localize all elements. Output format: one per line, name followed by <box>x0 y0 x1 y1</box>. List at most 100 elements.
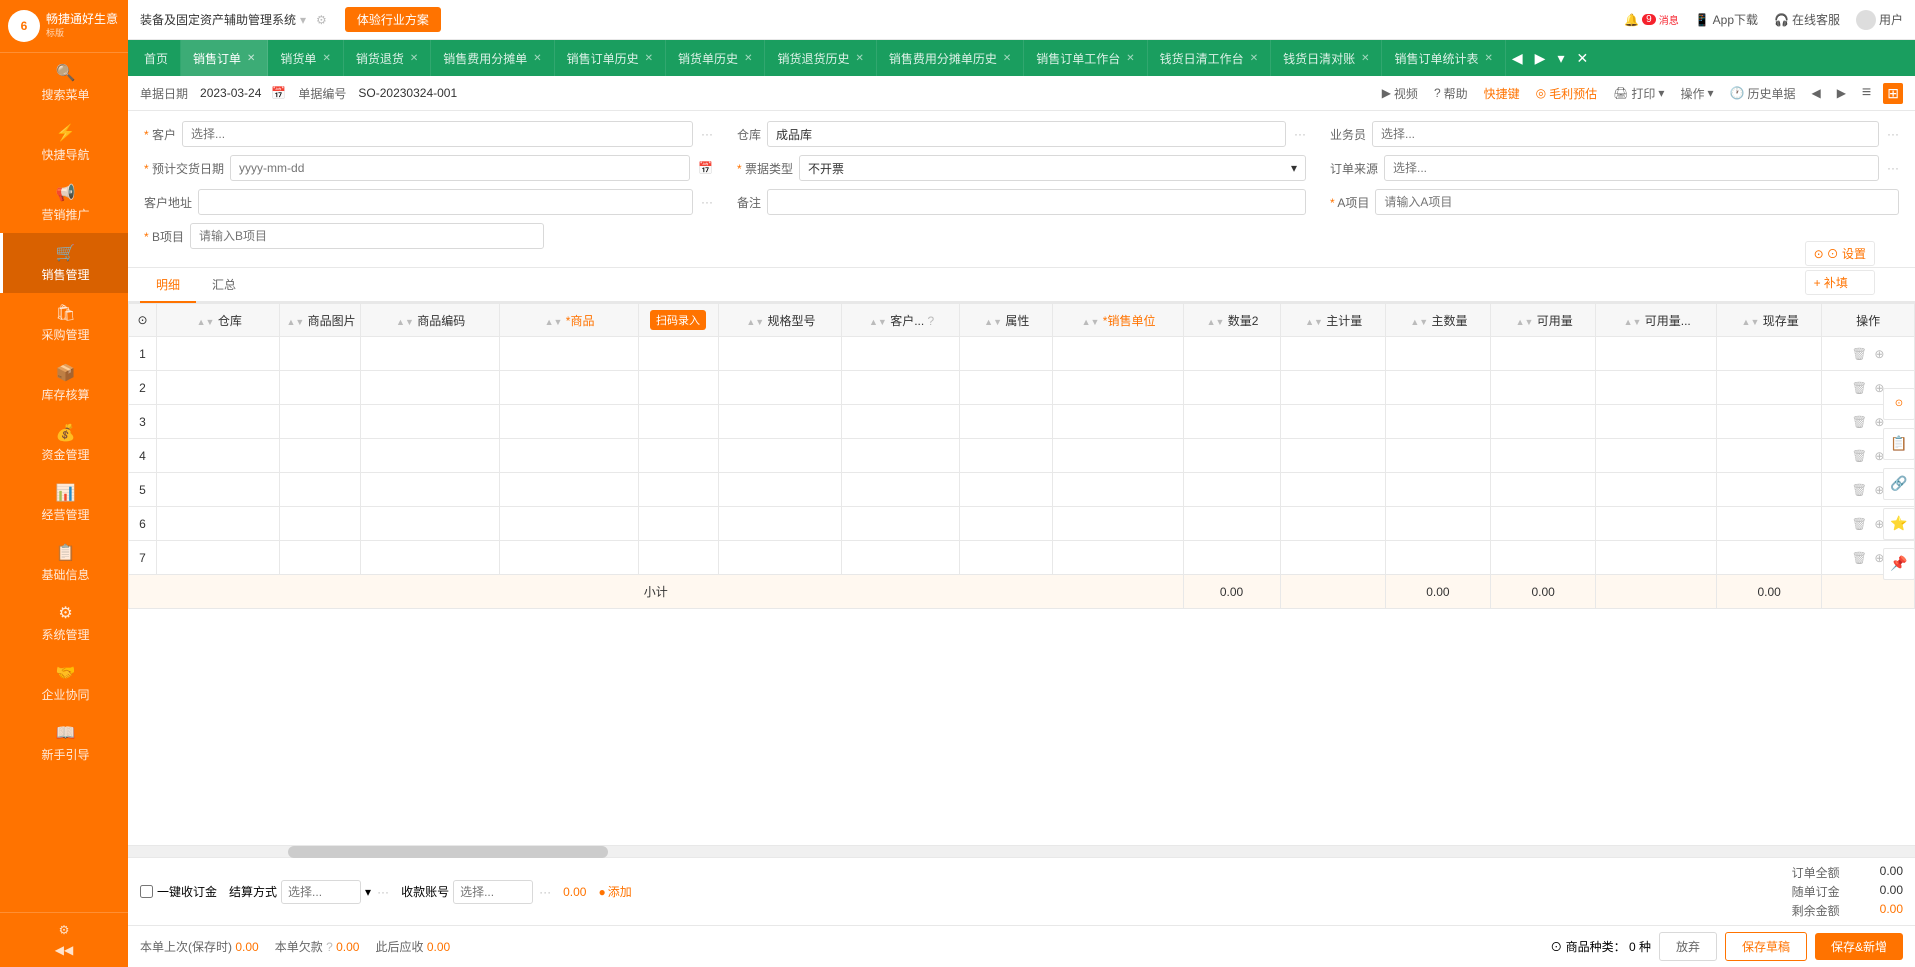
row-4-product[interactable] <box>499 439 638 473</box>
col-product-name[interactable]: ▲▼ *商品 <box>499 304 638 337</box>
grid-layout-btn[interactable]: ⊞ <box>1883 83 1903 104</box>
row-3-unit[interactable] <box>1052 405 1183 439</box>
row-1-attr[interactable] <box>959 337 1052 371</box>
row-5-spec[interactable] <box>718 473 842 507</box>
tab-cash-reconcile[interactable]: 钱货日清对账 ✕ <box>1271 40 1382 76</box>
warehouse-select[interactable]: 成品库 <box>767 121 1286 147</box>
col-settings[interactable]: ⊙ <box>129 304 157 337</box>
warehouse-more-btn[interactable]: ··· <box>1294 127 1306 141</box>
col-qty2[interactable]: ▲▼ 数量2 <box>1183 304 1280 337</box>
payment-method-input[interactable] <box>281 880 361 904</box>
row-3-warehouse[interactable] <box>157 405 280 439</box>
row-1-delete-btn[interactable]: 🗑 <box>1850 347 1869 361</box>
col-main-qty[interactable]: ▲▼ 主数量 <box>1385 304 1490 337</box>
row-1-spec[interactable] <box>718 337 842 371</box>
row-6-qty2[interactable] <box>1183 507 1280 541</box>
col-attr[interactable]: ▲▼ 属性 <box>959 304 1052 337</box>
row-4-cust[interactable] <box>842 439 960 473</box>
tab-close-return-history[interactable]: ✕ <box>855 53 863 64</box>
row-1-unit[interactable] <box>1052 337 1183 371</box>
address-input[interactable] <box>198 189 693 215</box>
row-1-warehouse[interactable] <box>157 337 280 371</box>
app-download-btn[interactable]: 📱 App下载 <box>1695 11 1758 28</box>
col-stock[interactable]: ▲▼ 现存量 <box>1717 304 1822 337</box>
sidebar-item-base[interactable]: 📋 基础信息 <box>0 533 128 593</box>
row-1-code[interactable] <box>360 337 499 371</box>
tab-close-sales-return[interactable]: ✕ <box>410 53 418 64</box>
tab-close-order-workbench[interactable]: ✕ <box>1126 53 1134 64</box>
tab-goods-history[interactable]: 销货单历史 ✕ <box>666 40 765 76</box>
tab-detail[interactable]: 明细 <box>140 268 196 303</box>
tab-close-all-btn[interactable]: ✕ <box>1570 50 1594 67</box>
row-7-delete-btn[interactable]: 🗑 <box>1850 551 1869 565</box>
add-payment-btn[interactable]: ● 添加 <box>598 883 631 900</box>
tab-sales-fee[interactable]: 销售费用分摊单 ✕ <box>431 40 554 76</box>
row-5-code[interactable] <box>360 473 499 507</box>
row-3-product[interactable] <box>499 405 638 439</box>
sidebar-item-system[interactable]: ⚙ 系统管理 <box>0 593 128 653</box>
row-2-qty2[interactable] <box>1183 371 1280 405</box>
row-4-unit[interactable] <box>1052 439 1183 473</box>
row-2-cust[interactable] <box>842 371 960 405</box>
tab-close-sales-order[interactable]: ✕ <box>247 53 255 64</box>
tab-home[interactable]: 首页 <box>132 40 181 76</box>
sidebar-item-marketing[interactable]: 📢 营销推广 <box>0 173 128 233</box>
tab-close-sales-history[interactable]: ✕ <box>645 53 653 64</box>
tab-close-sales-fee[interactable]: ✕ <box>533 53 541 64</box>
tab-close-goods-history[interactable]: ✕ <box>744 53 752 64</box>
history-btn[interactable]: 🕐 历史单据 <box>1725 83 1799 104</box>
salesperson-input[interactable] <box>1372 121 1879 147</box>
row-3-delete-btn[interactable]: 🗑 <box>1850 415 1869 429</box>
sidebar-item-inventory[interactable]: 📦 库存核算 <box>0 353 128 413</box>
row-1-main-qty[interactable] <box>1385 337 1490 371</box>
row-4-attr[interactable] <box>959 439 1052 473</box>
row-5-attr[interactable] <box>959 473 1052 507</box>
sidebar-item-newbie[interactable]: 📖 新手引导 <box>0 713 128 773</box>
tab-close-cash-workbench[interactable]: ✕ <box>1250 53 1258 64</box>
row-2-warehouse[interactable] <box>157 371 280 405</box>
help-btn[interactable]: ? 帮助 <box>1430 83 1472 104</box>
row-3-code[interactable] <box>360 405 499 439</box>
tab-return-history[interactable]: 销货退货历史 ✕ <box>765 40 876 76</box>
row-2-spec[interactable] <box>718 371 842 405</box>
row-2-attr[interactable] <box>959 371 1052 405</box>
col-avail2[interactable]: ▲▼ 可用量... <box>1596 304 1717 337</box>
row-6-cust[interactable] <box>842 507 960 541</box>
row-4-delete-btn[interactable]: 🗑 <box>1850 449 1869 463</box>
row-3-attr[interactable] <box>959 405 1052 439</box>
row-1-cust[interactable] <box>842 337 960 371</box>
col-unit[interactable]: ▲▼ *销售单位 <box>1052 304 1183 337</box>
customer-more-btn[interactable]: ··· <box>701 127 713 141</box>
col-warehouse[interactable]: ▲▼ 仓库 <box>157 304 280 337</box>
row-6-code[interactable] <box>360 507 499 541</box>
row-6-product[interactable] <box>499 507 638 541</box>
row-2-delete-btn[interactable]: 🗑 <box>1850 381 1869 395</box>
row-5-delete-btn[interactable]: 🗑 <box>1850 483 1869 497</box>
sidebar-item-operations[interactable]: 📊 经营管理 <box>0 473 128 533</box>
tab-summary[interactable]: 汇总 <box>196 268 252 303</box>
sidebar-item-purchase[interactable]: 🛍 采购管理 <box>0 293 128 353</box>
ops-btn[interactable]: 操作 ▾ <box>1676 83 1717 104</box>
invoice-select[interactable]: 不开票 ▾ <box>799 155 1306 181</box>
quick-payment-checkbox[interactable] <box>140 885 153 898</box>
row-7-code[interactable] <box>360 541 499 575</box>
user-btn[interactable]: 用户 <box>1856 10 1903 30</box>
row-4-code[interactable] <box>360 439 499 473</box>
solution-button[interactable]: 体验行业方案 <box>345 7 441 32</box>
row-3-qty2[interactable] <box>1183 405 1280 439</box>
b-project-input[interactable] <box>190 223 544 249</box>
row-3-main-qty[interactable] <box>1385 405 1490 439</box>
tab-close-fee-history[interactable]: ✕ <box>1003 53 1011 64</box>
account-input[interactable] <box>453 880 533 904</box>
row-5-product[interactable] <box>499 473 638 507</box>
row-7-cust[interactable] <box>842 541 960 575</box>
row-4-main-qty[interactable] <box>1385 439 1490 473</box>
sidebar-item-quicknav[interactable]: ⚡ 快捷导航 <box>0 113 128 173</box>
tab-sales-goods[interactable]: 销货单 ✕ <box>268 40 343 76</box>
col-product-code[interactable]: ▲▼ 商品编码 <box>360 304 499 337</box>
account-more-btn[interactable]: ··· <box>539 885 551 899</box>
payment-more-btn[interactable]: ··· <box>377 885 389 899</box>
col-main-unit[interactable]: ▲▼ 主计量 <box>1280 304 1385 337</box>
add-field-float-btn[interactable]: + 补填 <box>1805 270 1875 295</box>
notification-btn[interactable]: 🔔 9 9 消息 <box>1624 12 1679 27</box>
